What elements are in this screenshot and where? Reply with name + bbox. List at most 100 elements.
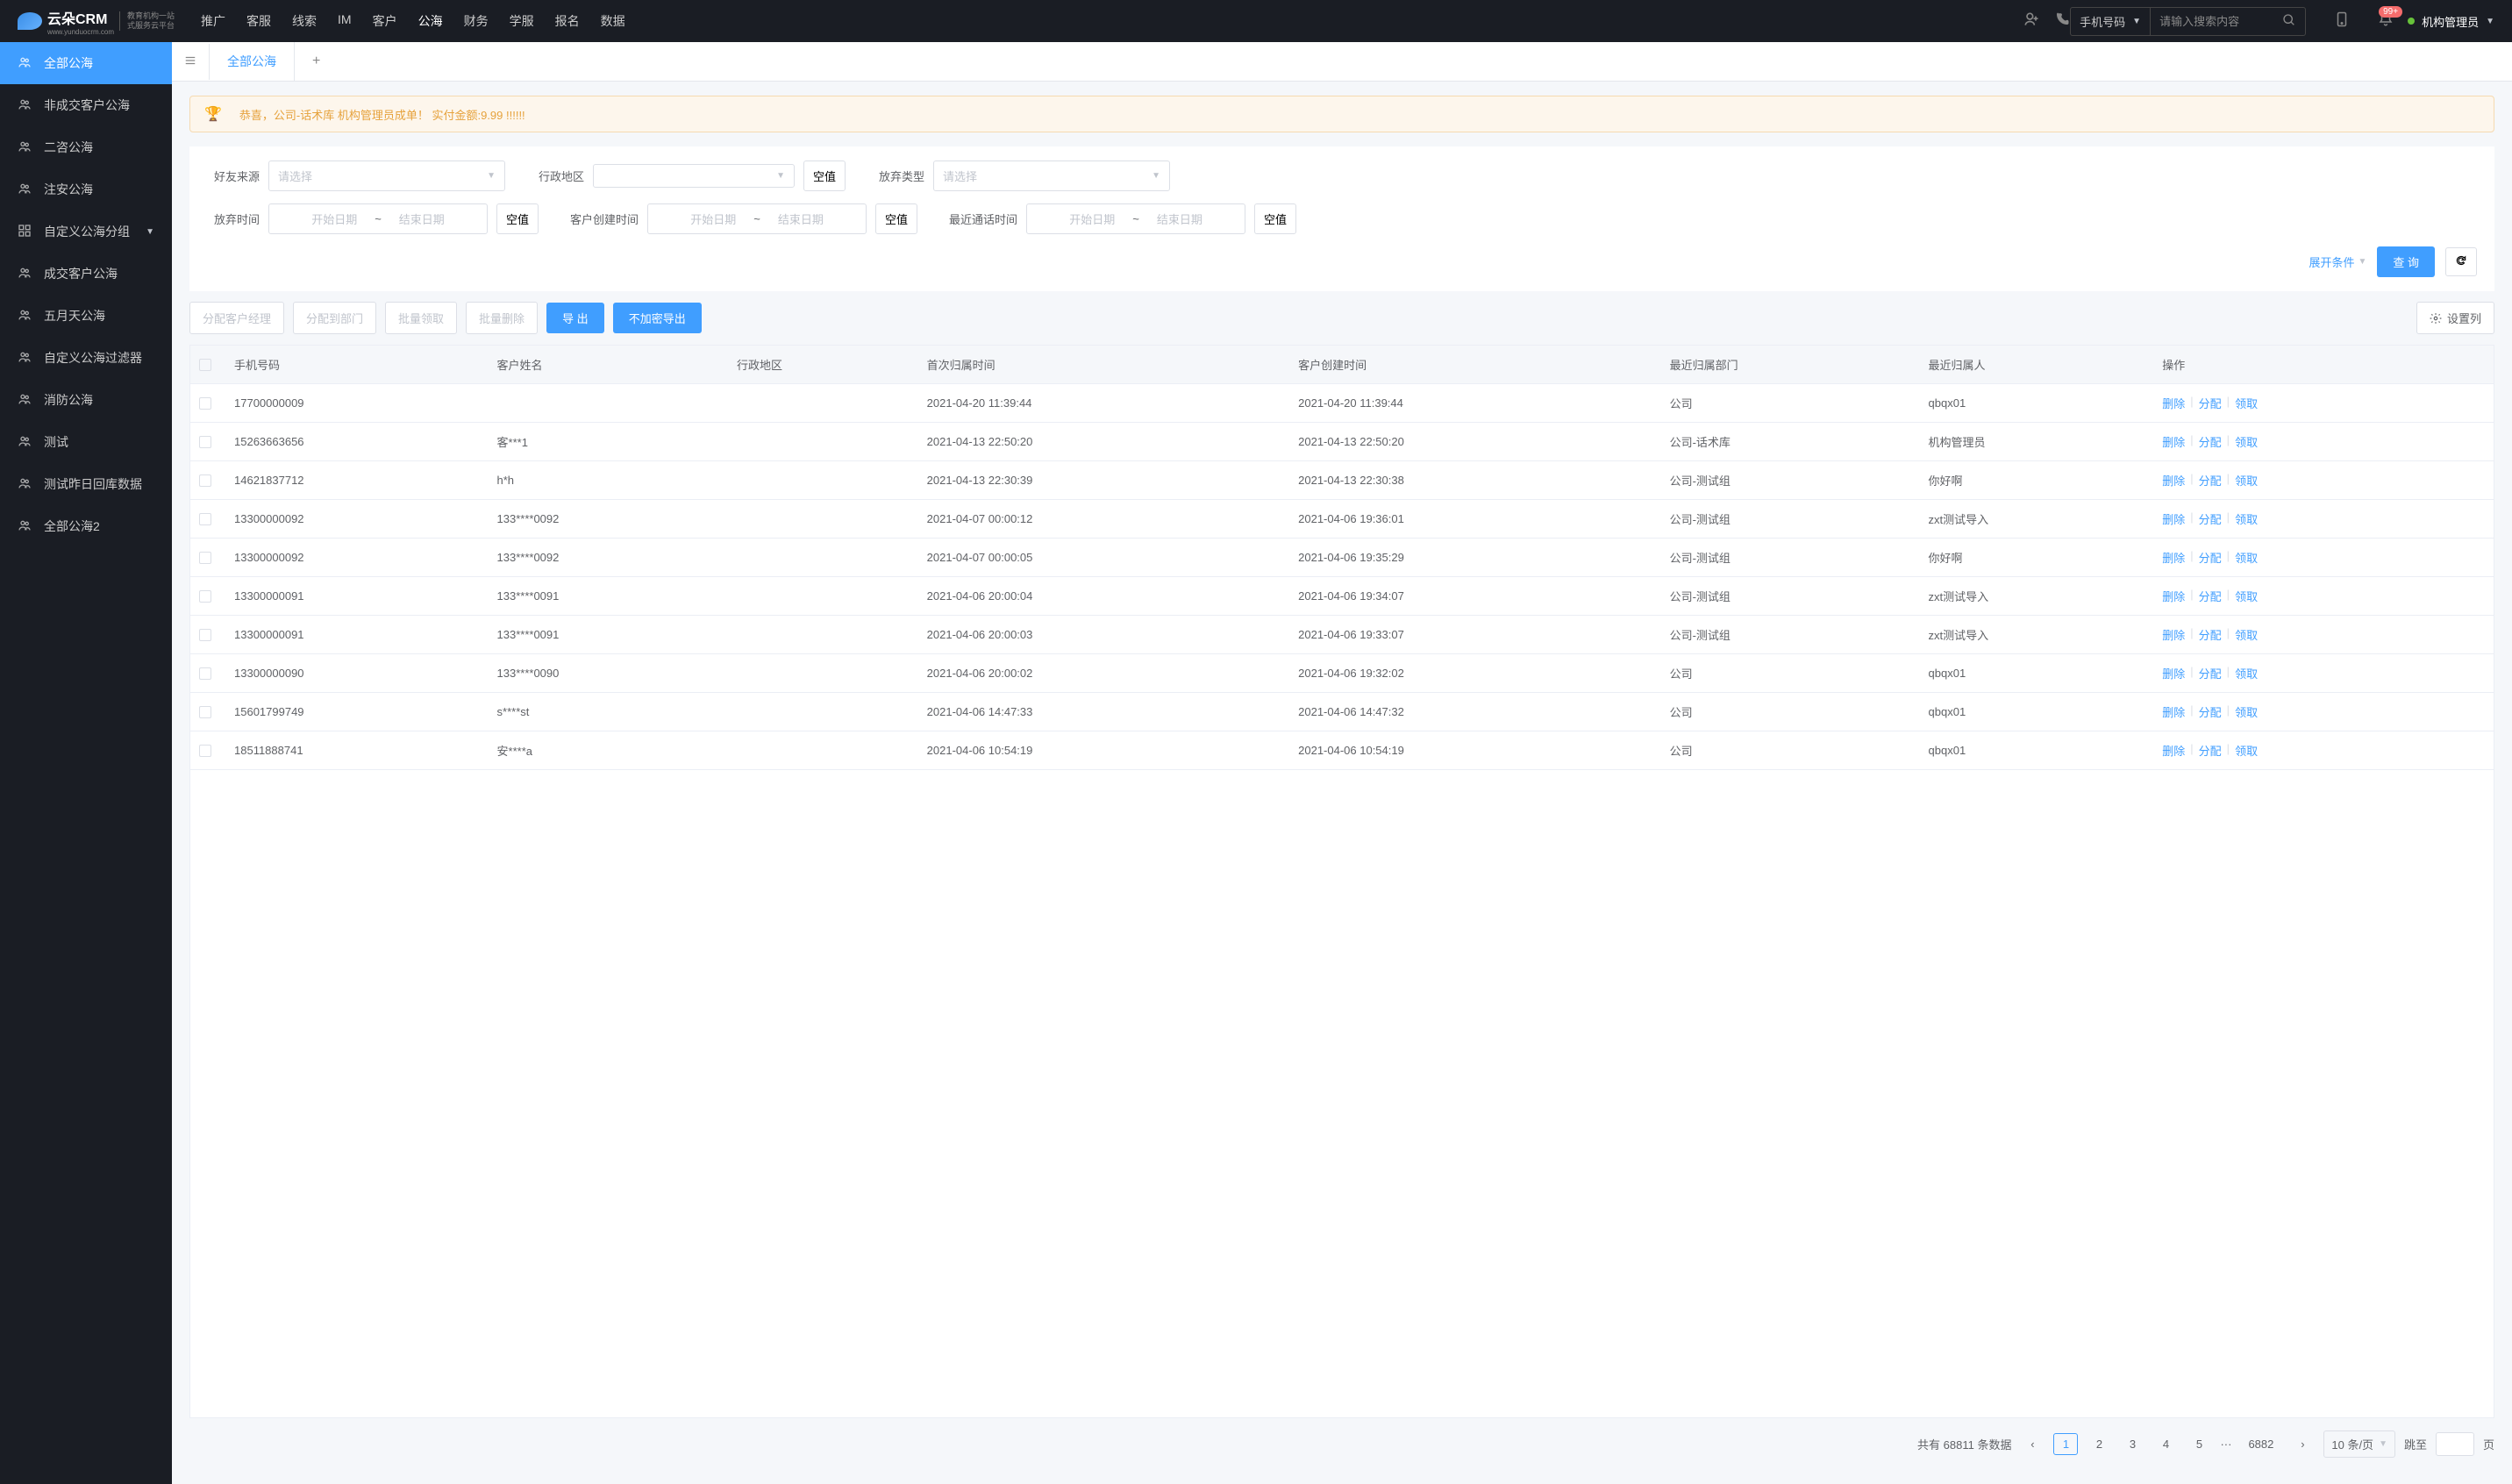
action-delete[interactable]: 删除	[2162, 588, 2185, 604]
filter-abandon-time-null[interactable]: 空值	[496, 203, 539, 234]
assign-manager-button[interactable]: 分配客户经理	[189, 302, 284, 334]
batch-claim-button[interactable]: 批量领取	[385, 302, 457, 334]
sidebar-item-0[interactable]: 全部公海	[0, 42, 172, 84]
page-number[interactable]: 5	[2187, 1433, 2211, 1455]
nav-item-9[interactable]: 数据	[601, 12, 625, 30]
sidebar-item-2[interactable]: 二咨公海	[0, 126, 172, 168]
row-checkbox[interactable]	[199, 552, 211, 564]
filter-region-null[interactable]: 空值	[803, 161, 846, 191]
action-delete[interactable]: 删除	[2162, 665, 2185, 681]
export-plain-button[interactable]: 不加密导出	[613, 303, 702, 333]
page-number[interactable]: 2	[2087, 1433, 2111, 1455]
sidebar-item-11[interactable]: 全部公海2	[0, 505, 172, 547]
action-assign[interactable]: 分配	[2199, 472, 2222, 489]
action-assign[interactable]: 分配	[2199, 742, 2222, 759]
filter-call-time-null[interactable]: 空值	[1254, 203, 1296, 234]
action-claim[interactable]: 领取	[2235, 472, 2258, 489]
nav-item-2[interactable]: 线索	[292, 12, 317, 30]
row-checkbox[interactable]	[199, 397, 211, 410]
row-checkbox[interactable]	[199, 590, 211, 603]
action-delete[interactable]: 删除	[2162, 510, 2185, 527]
action-assign[interactable]: 分配	[2199, 588, 2222, 604]
action-delete[interactable]: 删除	[2162, 742, 2185, 759]
nav-item-7[interactable]: 学服	[510, 12, 534, 30]
nav-item-1[interactable]: 客服	[246, 12, 271, 30]
search-input[interactable]	[2151, 10, 2273, 33]
nav-item-0[interactable]: 推广	[201, 12, 225, 30]
nav-item-4[interactable]: 客户	[373, 12, 397, 30]
tab-toggle-icon[interactable]	[172, 44, 210, 80]
action-delete[interactable]: 删除	[2162, 626, 2185, 643]
settings-columns-button[interactable]: 设置列	[2416, 302, 2494, 334]
action-assign[interactable]: 分配	[2199, 626, 2222, 643]
action-claim[interactable]: 领取	[2235, 626, 2258, 643]
refresh-button[interactable]	[2445, 247, 2477, 276]
nav-item-6[interactable]: 财务	[464, 12, 489, 30]
row-checkbox[interactable]	[199, 745, 211, 757]
action-claim[interactable]: 领取	[2235, 433, 2258, 450]
add-user-icon[interactable]	[2023, 11, 2040, 32]
sidebar-item-6[interactable]: 五月天公海	[0, 295, 172, 337]
page-last[interactable]: 6882	[2240, 1433, 2281, 1455]
phone-icon[interactable]	[2054, 11, 2070, 32]
notifications-icon[interactable]: 99+	[2378, 11, 2394, 32]
filter-abandon-time-range[interactable]: 开始日期 ~ 结束日期	[268, 203, 488, 234]
filter-create-time-null[interactable]: 空值	[875, 203, 917, 234]
tab-0[interactable]: 全部公海	[210, 42, 295, 81]
action-assign[interactable]: 分配	[2199, 433, 2222, 450]
action-delete[interactable]: 删除	[2162, 472, 2185, 489]
filter-source-select[interactable]: 请选择 ▼	[268, 161, 505, 191]
page-number[interactable]: 1	[2053, 1433, 2078, 1455]
assign-dept-button[interactable]: 分配到部门	[293, 302, 376, 334]
action-assign[interactable]: 分配	[2199, 703, 2222, 720]
sidebar-item-1[interactable]: 非成交客户公海	[0, 84, 172, 126]
action-delete[interactable]: 删除	[2162, 703, 2185, 720]
page-number[interactable]: 3	[2120, 1433, 2144, 1455]
row-checkbox[interactable]	[199, 513, 211, 525]
action-claim[interactable]: 领取	[2235, 510, 2258, 527]
action-claim[interactable]: 领取	[2235, 588, 2258, 604]
export-button[interactable]: 导 出	[546, 303, 604, 333]
nav-item-5[interactable]: 公海	[418, 12, 443, 30]
action-claim[interactable]: 领取	[2235, 742, 2258, 759]
select-all-checkbox[interactable]	[199, 359, 211, 371]
sidebar-item-10[interactable]: 测试昨日回库数据	[0, 463, 172, 505]
page-number[interactable]: 4	[2153, 1433, 2178, 1455]
sidebar-item-9[interactable]: 测试	[0, 421, 172, 463]
search-type-select[interactable]: 手机号码 ▼	[2071, 8, 2151, 35]
action-assign[interactable]: 分配	[2199, 510, 2222, 527]
filter-abandon-type-select[interactable]: 请选择 ▼	[933, 161, 1170, 191]
page-size-select[interactable]: 10 条/页 ▼	[2323, 1430, 2395, 1458]
page-jump-input[interactable]	[2436, 1432, 2474, 1456]
action-delete[interactable]: 删除	[2162, 433, 2185, 450]
mobile-icon[interactable]	[2334, 11, 2350, 32]
page-next[interactable]: ›	[2290, 1433, 2315, 1455]
expand-filters-link[interactable]: 展开条件 ▼	[2309, 253, 2366, 270]
nav-item-8[interactable]: 报名	[555, 12, 580, 30]
row-checkbox[interactable]	[199, 474, 211, 487]
tab-add[interactable]: +	[295, 43, 338, 80]
filter-region-select[interactable]: ▼	[593, 164, 795, 188]
nav-item-3[interactable]: IM	[338, 12, 352, 30]
action-delete[interactable]: 删除	[2162, 395, 2185, 411]
row-checkbox[interactable]	[199, 436, 211, 448]
sidebar-item-8[interactable]: 消防公海	[0, 379, 172, 421]
sidebar-item-4[interactable]: 自定义公海分组▼	[0, 210, 172, 253]
sidebar-item-7[interactable]: 自定义公海过滤器	[0, 337, 172, 379]
sidebar-item-5[interactable]: 成交客户公海	[0, 253, 172, 295]
action-claim[interactable]: 领取	[2235, 665, 2258, 681]
row-checkbox[interactable]	[199, 629, 211, 641]
filter-call-time-range[interactable]: 开始日期 ~ 结束日期	[1026, 203, 1245, 234]
action-claim[interactable]: 领取	[2235, 549, 2258, 566]
page-prev[interactable]: ‹	[2020, 1433, 2045, 1455]
action-assign[interactable]: 分配	[2199, 665, 2222, 681]
action-claim[interactable]: 领取	[2235, 703, 2258, 720]
search-icon[interactable]	[2273, 13, 2305, 30]
action-delete[interactable]: 删除	[2162, 549, 2185, 566]
action-assign[interactable]: 分配	[2199, 395, 2222, 411]
action-claim[interactable]: 领取	[2235, 395, 2258, 411]
batch-delete-button[interactable]: 批量删除	[466, 302, 538, 334]
filter-create-time-range[interactable]: 开始日期 ~ 结束日期	[647, 203, 867, 234]
row-checkbox[interactable]	[199, 706, 211, 718]
user-menu[interactable]: 机构管理员 ▼	[2408, 13, 2494, 30]
